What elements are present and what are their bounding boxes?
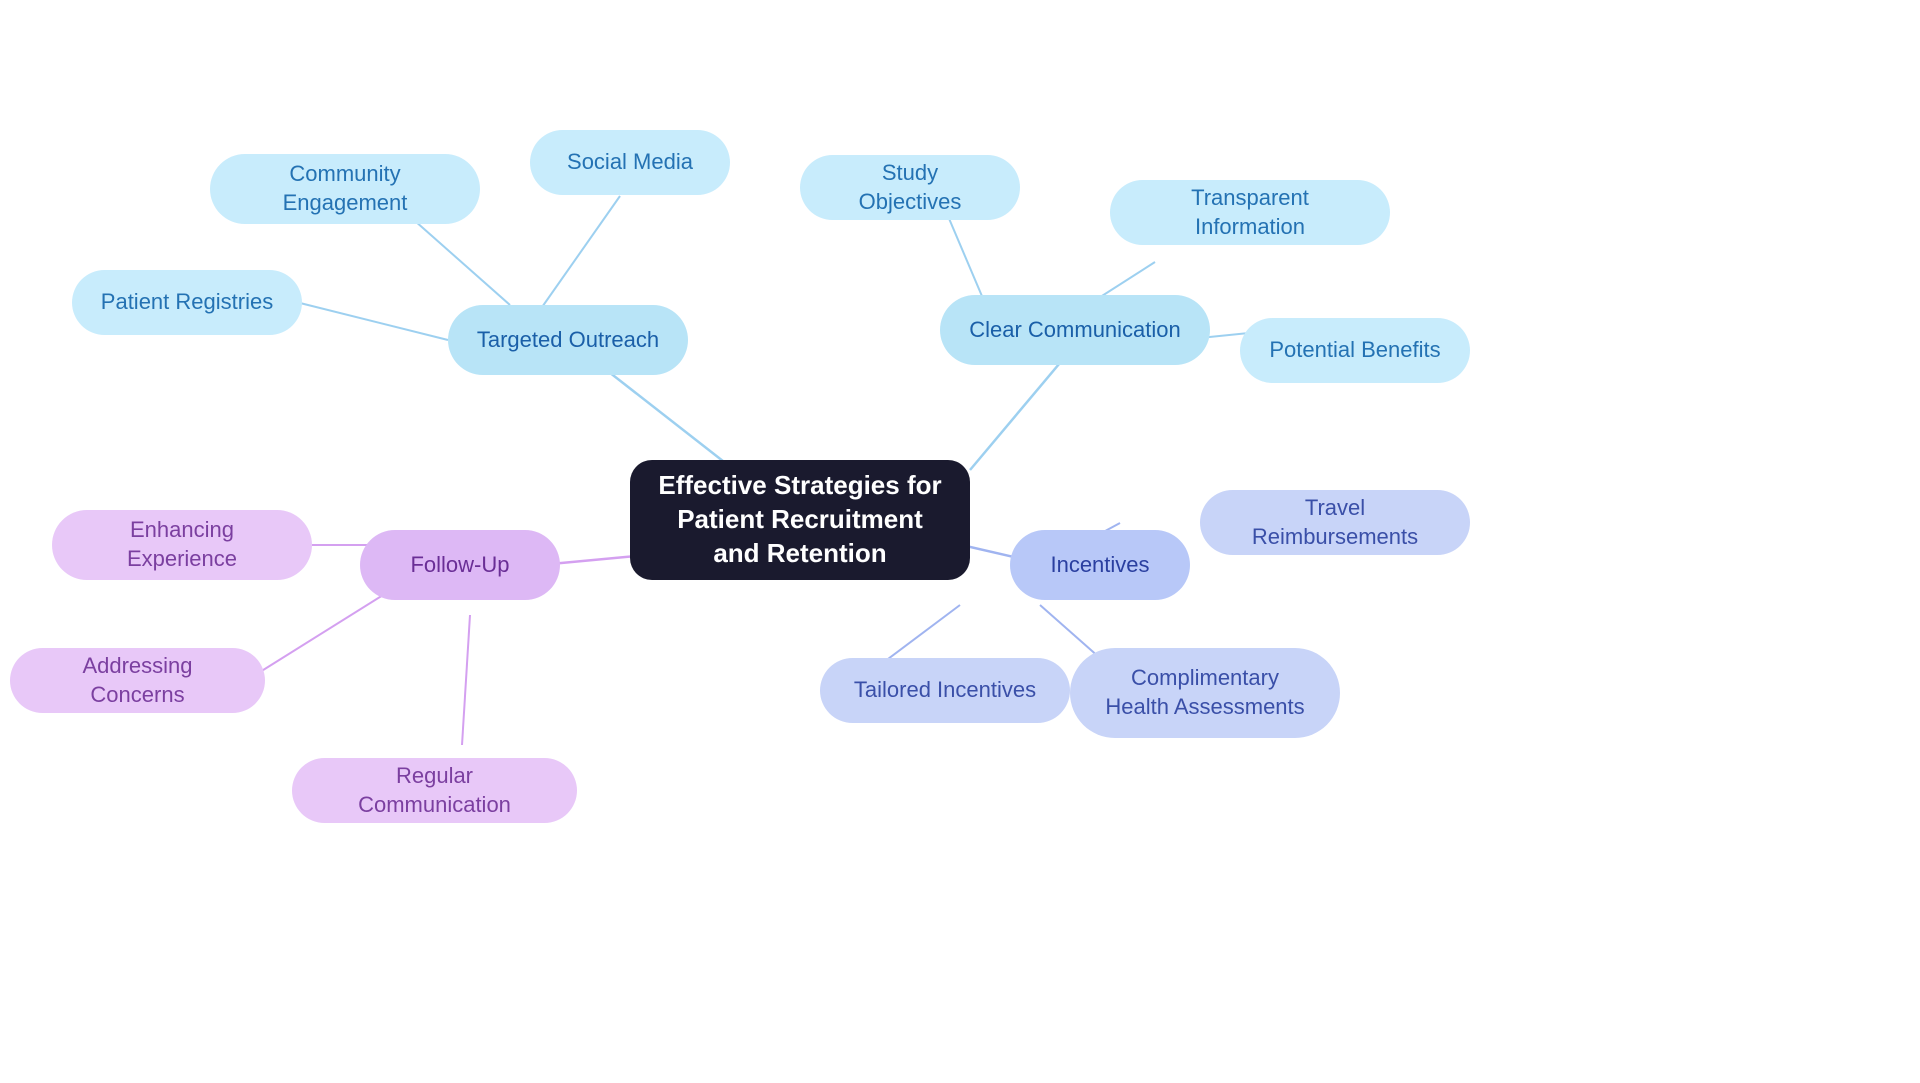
study-objectives-node: Study Objectives (800, 155, 1020, 220)
community-engagement-node: Community Engagement (210, 154, 480, 224)
transparent-information-label: Transparent Information (1138, 184, 1362, 241)
potential-benefits-label: Potential Benefits (1269, 336, 1440, 365)
targeted-outreach-label: Targeted Outreach (477, 326, 659, 355)
clear-communication-node: Clear Communication (940, 295, 1210, 365)
study-objectives-label: Study Objectives (828, 159, 992, 216)
center-node: Effective Strategies for Patient Recruit… (630, 460, 970, 580)
travel-reimbursements-label: Travel Reimbursements (1228, 494, 1442, 551)
patient-registries-label: Patient Registries (101, 288, 273, 317)
community-engagement-label: Community Engagement (238, 160, 452, 217)
addressing-concerns-node: Addressing Concerns (10, 648, 265, 713)
follow-up-node: Follow-Up (360, 530, 560, 600)
social-media-label: Social Media (567, 148, 693, 177)
regular-communication-node: Regular Communication (292, 758, 577, 823)
transparent-information-node: Transparent Information (1110, 180, 1390, 245)
addressing-concerns-label: Addressing Concerns (38, 652, 237, 709)
potential-benefits-node: Potential Benefits (1240, 318, 1470, 383)
complimentary-health-label: Complimentary Health Assessments (1098, 664, 1312, 721)
follow-up-label: Follow-Up (410, 551, 509, 580)
tailored-incentives-node: Tailored Incentives (820, 658, 1070, 723)
travel-reimbursements-node: Travel Reimbursements (1200, 490, 1470, 555)
incentives-node: Incentives (1010, 530, 1190, 600)
regular-communication-label: Regular Communication (320, 762, 549, 819)
tailored-incentives-label: Tailored Incentives (854, 676, 1036, 705)
targeted-outreach-node: Targeted Outreach (448, 305, 688, 375)
enhancing-experience-label: Enhancing Experience (80, 516, 284, 573)
center-label: Effective Strategies for Patient Recruit… (654, 469, 946, 570)
clear-communication-label: Clear Communication (969, 316, 1181, 345)
complimentary-health-node: Complimentary Health Assessments (1070, 648, 1340, 738)
incentives-label: Incentives (1050, 551, 1149, 580)
patient-registries-node: Patient Registries (72, 270, 302, 335)
social-media-node: Social Media (530, 130, 730, 195)
enhancing-experience-node: Enhancing Experience (52, 510, 312, 580)
